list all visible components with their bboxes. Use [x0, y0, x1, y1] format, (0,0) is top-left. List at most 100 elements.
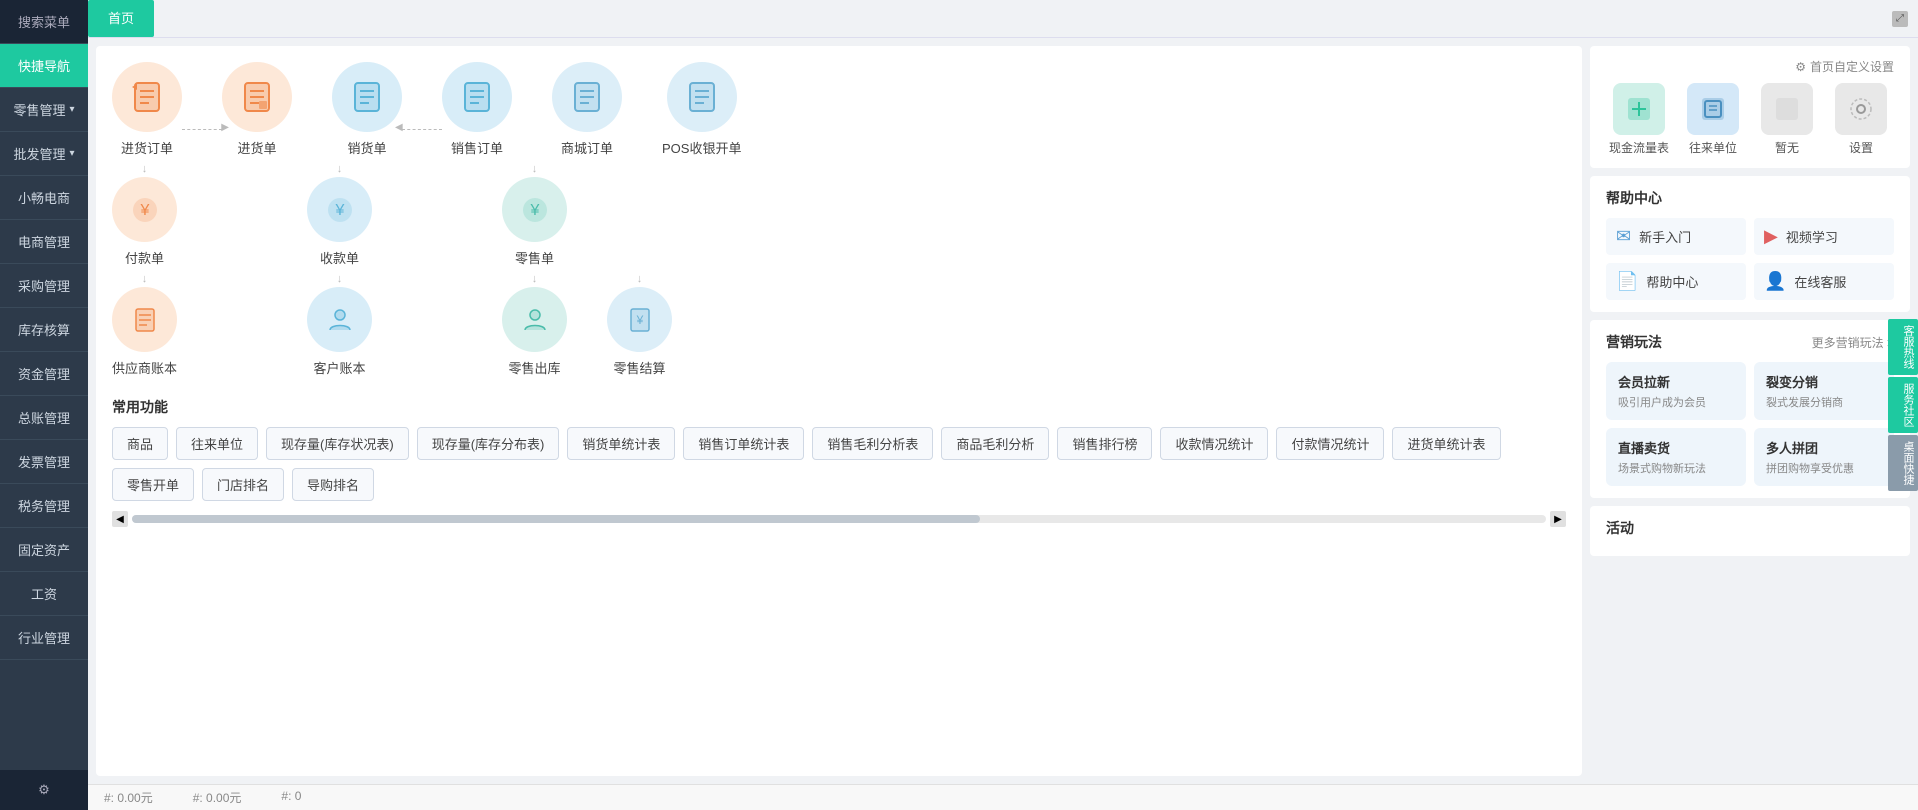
- right-panel: ⚙ 首页自定义设置 现金流量表 往来单位: [1590, 46, 1910, 776]
- sidebar-search[interactable]: 搜索菜单: [0, 0, 88, 44]
- maximize-button[interactable]: ⤢: [1892, 11, 1908, 27]
- func-btn-xiaohuo-tongji[interactable]: 销货单统计表: [567, 427, 675, 460]
- shortcuts-header-label[interactable]: 首页自定义设置: [1810, 58, 1894, 75]
- sidebar-item-hangye[interactable]: 行业管理: [0, 616, 88, 660]
- sidebar-item-gongzi[interactable]: 工资: [0, 572, 88, 616]
- wf-arrow-2: [402, 129, 442, 131]
- sidebar-item-dianshangguanli[interactable]: 电商管理: [0, 220, 88, 264]
- func-btn-shangpin[interactable]: 商品: [112, 427, 168, 460]
- sidebar-item-shuiwuguanli[interactable]: 税务管理: [0, 484, 88, 528]
- scroll-track[interactable]: [132, 515, 1546, 523]
- func-btn-xiaoshou-maoli[interactable]: 销售毛利分析表: [812, 427, 933, 460]
- wf-icon-lingshou-dan[interactable]: ¥: [502, 177, 567, 242]
- marketing-header: 营销玩法 更多营销玩法 >: [1606, 332, 1894, 352]
- activity-title: 活动: [1606, 518, 1894, 538]
- wf-icon-xiaohuo-dan[interactable]: [332, 62, 402, 132]
- wf-icon-shangcheng-dingdan[interactable]: [552, 62, 622, 132]
- shortcut-icon-wanglaidanwei: [1687, 83, 1739, 135]
- help-label-0: 新手入门: [1639, 227, 1691, 246]
- help-item-video[interactable]: ▶ 视频学习: [1754, 218, 1894, 255]
- sidebar-item-pifa[interactable]: 批发管理 ▾: [0, 132, 88, 176]
- wf-arrow-1: [182, 129, 222, 131]
- wf-varrow-5: ↓: [337, 273, 343, 285]
- wf-icon-jinhuo-dan[interactable]: [222, 62, 292, 132]
- chevron-down-icon: ▾: [69, 148, 74, 159]
- func-btn-daogou-paiming[interactable]: 导购排名: [292, 468, 374, 501]
- marketing-title-1: 裂变分销: [1766, 372, 1882, 391]
- scroll-right-btn[interactable]: ▶: [1550, 511, 1566, 527]
- float-btn-zhuomian[interactable]: 桌面快捷: [1888, 435, 1918, 491]
- help-item-helpcenter[interactable]: 📄 帮助中心: [1606, 263, 1746, 300]
- sidebar-settings[interactable]: ⚙: [0, 770, 88, 810]
- func-btn-fukuan-tongji[interactable]: 付款情况统计: [1276, 427, 1384, 460]
- shortcut-zanwu[interactable]: 暂无: [1754, 83, 1820, 156]
- sidebar-item-kucunhesuan[interactable]: 库存核算: [0, 308, 88, 352]
- sidebar-item-gudingzichan[interactable]: 固定资产: [0, 528, 88, 572]
- sidebar-item-kuaijie[interactable]: 快捷导航: [0, 44, 88, 88]
- shortcut-label-3: 设置: [1849, 139, 1873, 156]
- sidebar-item-xiaochangdianshang[interactable]: 小畅电商: [0, 176, 88, 220]
- gear-icon: ⚙: [1795, 60, 1806, 74]
- scroll-thumb: [132, 515, 980, 523]
- wf-label-jinhuo-dan: 进货单: [237, 138, 276, 157]
- bottom-stat-1: #: 0.00元: [104, 789, 153, 806]
- wf-col-shoukuan: ↓ ¥ 收款单: [307, 161, 372, 267]
- sidebar-item-fapiaoguanli[interactable]: 发票管理: [0, 440, 88, 484]
- marketing-item-zhibo[interactable]: 直播卖货 场景式购物新玩法: [1606, 428, 1746, 486]
- common-functions-title: 常用功能: [112, 397, 1566, 417]
- func-btn-shangpin-maoli[interactable]: 商品毛利分析: [941, 427, 1049, 460]
- wf-icon-lingshou-jiesuan[interactable]: ¥: [607, 287, 672, 352]
- marketing-item-huiyuan[interactable]: 会员拉新 吸引用户成为会员: [1606, 362, 1746, 420]
- sidebar-item-caigouguanli[interactable]: 采购管理: [0, 264, 88, 308]
- func-btn-xiaoshou-dingdan-tongji[interactable]: 销售订单统计表: [683, 427, 804, 460]
- wf-icon-kehu[interactable]: [307, 287, 372, 352]
- tab-home[interactable]: 首页: [88, 0, 154, 37]
- marketing-item-liebian[interactable]: 裂变分销 裂式发展分销商: [1754, 362, 1894, 420]
- shortcut-xianjinliuliang[interactable]: 现金流量表: [1606, 83, 1672, 156]
- wf-col-kehu: ↓ 客户账本: [307, 271, 372, 377]
- wf-icon-xiaoshou-dingdan[interactable]: [442, 62, 512, 132]
- func-btn-mendian-paiming[interactable]: 门店排名: [202, 468, 284, 501]
- bottom-stat-2: #: 0.00元: [193, 789, 242, 806]
- help-grid: ✉ 新手入门 ▶ 视频学习 📄 帮助中心 👤 在线客服: [1606, 218, 1894, 300]
- wf-node-xiaohuo-dan: 销货单: [332, 62, 402, 157]
- help-item-online-service[interactable]: 👤 在线客服: [1754, 263, 1894, 300]
- func-btn-shoukuan-tongji[interactable]: 收款情况统计: [1160, 427, 1268, 460]
- wf-icon-jinhuo-dingdan[interactable]: [112, 62, 182, 132]
- wf-varrow-2: ↓: [337, 163, 343, 175]
- svg-text:¥: ¥: [635, 313, 643, 327]
- wf-label-pos: POS收银开单: [662, 138, 741, 157]
- help-item-xinshouru[interactable]: ✉ 新手入门: [1606, 218, 1746, 255]
- func-btn-xiaoshou-paihang[interactable]: 销售排行榜: [1057, 427, 1152, 460]
- wf-label-xiaohuo-dan: 销货单: [347, 138, 386, 157]
- wf-label-gongyingshang: 供应商账本: [112, 358, 177, 377]
- float-btn-fuwu[interactable]: 服务社区: [1888, 377, 1918, 433]
- func-btn-jinhuo-tongji[interactable]: 进货单统计表: [1392, 427, 1500, 460]
- wf-icon-lingshou-chuku[interactable]: [502, 287, 567, 352]
- wf-varrow-1: ↓: [142, 163, 148, 175]
- wf-icon-fukuan[interactable]: ¥: [112, 177, 177, 242]
- sidebar-item-zijinguanli[interactable]: 资金管理: [0, 352, 88, 396]
- wf-label-lingshou-chuku: 零售出库: [509, 358, 561, 377]
- wf-varrow-3: ↓: [532, 163, 538, 175]
- marketing-more[interactable]: 更多营销玩法 >: [1812, 334, 1894, 351]
- wf-icon-pos[interactable]: [667, 62, 737, 132]
- marketing-item-pintuan[interactable]: 多人拼团 拼团购物享受优惠: [1754, 428, 1894, 486]
- shortcut-icon-shezhi: [1835, 83, 1887, 135]
- common-functions-grid: 商品 往来单位 现存量(库存状况表) 现存量(库存分布表) 销货单统计表 销售订…: [112, 427, 1566, 501]
- float-btn-kefu[interactable]: 客服热线: [1888, 319, 1918, 375]
- wf-icon-gongyingshang[interactable]: [112, 287, 177, 352]
- wf-icon-shoukuan[interactable]: ¥: [307, 177, 372, 242]
- wf-label-shoukuan: 收款单: [320, 248, 359, 267]
- workflow-row1: 进货订单 进货单: [112, 62, 1566, 157]
- sidebar-item-lingshou[interactable]: 零售管理 ▾: [0, 88, 88, 132]
- func-btn-xiancunliang2[interactable]: 现存量(库存分布表): [417, 427, 560, 460]
- shortcut-shezhi[interactable]: 设置: [1828, 83, 1894, 156]
- func-btn-xiancunliang1[interactable]: 现存量(库存状况表): [266, 427, 409, 460]
- func-btn-lingshou-kaidan[interactable]: 零售开单: [112, 468, 194, 501]
- func-btn-wanglaidanwei[interactable]: 往来单位: [176, 427, 258, 460]
- sidebar-item-zhangguanli[interactable]: 总账管理: [0, 396, 88, 440]
- scroll-left-btn[interactable]: ◀: [112, 511, 128, 527]
- shortcut-wanglaidanwei[interactable]: 往来单位: [1680, 83, 1746, 156]
- marketing-sub-1: 裂式发展分销商: [1766, 394, 1882, 410]
